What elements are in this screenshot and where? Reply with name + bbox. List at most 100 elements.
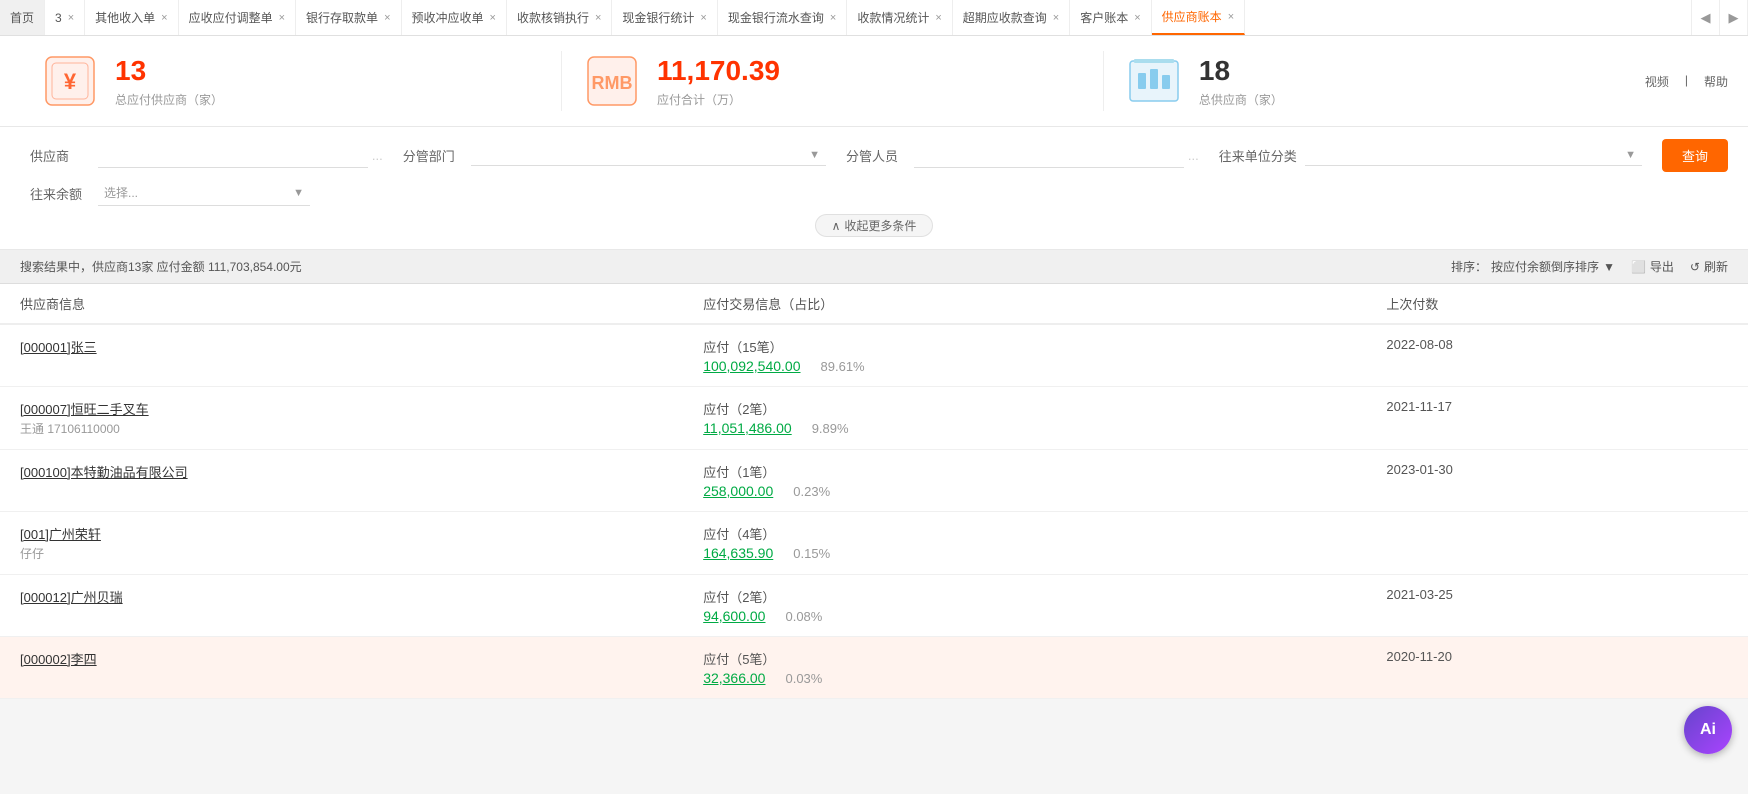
- export-action[interactable]: ⬜ 导出: [1631, 258, 1674, 275]
- nav-receipt-verify-close[interactable]: ×: [595, 12, 601, 24]
- tx-percent-2: 9.89%: [812, 421, 849, 436]
- nav-receipt-verify[interactable]: 收款核销执行 ×: [507, 0, 612, 35]
- nav-ar-ap-adjust-close[interactable]: ×: [279, 12, 285, 24]
- nav-supplier-ledger[interactable]: 供应商账本 ×: [1152, 0, 1245, 35]
- nav-cash-bank-stat-close[interactable]: ×: [700, 12, 706, 24]
- video-link[interactable]: 视频: [1645, 73, 1669, 90]
- result-bar: 搜索结果中，供应商13家 应付金额 111,703,854.00元 排序： 按应…: [0, 250, 1748, 284]
- nav-bank-deposit-close[interactable]: ×: [384, 12, 390, 24]
- nav-overdue-ar[interactable]: 超期应收款查询 ×: [953, 0, 1070, 35]
- supplier-link-2[interactable]: [000007]恒旺二手叉车: [20, 399, 703, 418]
- summary-info-payable-suppliers: 13 总应付供应商（家）: [115, 54, 541, 109]
- summary-info-payable-total: 11,170.39 应付合计（万）: [657, 54, 1083, 109]
- tx-amount-2[interactable]: 11,051,486.00: [703, 420, 792, 436]
- nav-receipt-stat[interactable]: 收款情况统计 ×: [847, 0, 952, 35]
- tx-cell-4: 应付（4笔） 164,635.90 0.15%: [703, 524, 1386, 561]
- payable-suppliers-label: 总应付供应商（家）: [115, 91, 541, 108]
- tx-percent-6: 0.03%: [785, 671, 822, 686]
- balance-select[interactable]: 选择... ▼: [98, 180, 310, 206]
- collapse-arrow-icon: ∧: [832, 219, 841, 233]
- refresh-icon: ↺: [1690, 260, 1700, 274]
- table-row: [000001]张三 应付（15笔） 100,092,540.00 89.61%…: [0, 325, 1748, 387]
- collapse-button[interactable]: ∧ 收起更多条件: [815, 214, 934, 237]
- tx-amount-6[interactable]: 32,366.00: [703, 670, 765, 686]
- nav-customer-ledger[interactable]: 客户账本 ×: [1070, 0, 1151, 35]
- table-header: 供应商信息 应付交易信息（占比） 上次付数: [0, 284, 1748, 325]
- nav-next-arrow[interactable]: ▶: [1720, 0, 1748, 36]
- nav-supplier-ledger-close[interactable]: ×: [1228, 11, 1234, 23]
- tx-row-6: 32,366.00 0.03%: [703, 668, 1386, 686]
- tx-label-4: 应付（4笔）: [703, 524, 1386, 543]
- export-label: 导出: [1650, 258, 1674, 275]
- nav-home[interactable]: 首页: [0, 0, 45, 35]
- balance-dropdown-arrow: ▼: [293, 187, 304, 199]
- supplier-link-4[interactable]: [001]广州荣轩: [20, 524, 703, 543]
- nav-overdue-ar-label: 超期应收款查询: [963, 9, 1047, 26]
- filter-supplier: 供应商 ...: [20, 144, 393, 168]
- nav-cash-bank-stat[interactable]: 现金银行统计 ×: [612, 0, 717, 35]
- query-button[interactable]: 查询: [1662, 139, 1728, 172]
- supplier-link-1[interactable]: [000001]张三: [20, 337, 703, 356]
- tx-cell-5: 应付（2笔） 94,600.00 0.08%: [703, 587, 1386, 624]
- summary-bar: ¥ 13 总应付供应商（家） RMB 11,170.39 应付合计（万）: [0, 36, 1748, 127]
- nav-bank-deposit[interactable]: 银行存取款单 ×: [296, 0, 401, 35]
- supplier-link-6[interactable]: [000002]李四: [20, 649, 703, 668]
- nav-receipt-verify-label: 收款核销执行: [517, 9, 589, 26]
- tx-amount-4[interactable]: 164,635.90: [703, 545, 773, 561]
- summary-card-total-suppliers: 18 总供应商（家）: [1103, 51, 1645, 111]
- supplier-cell-2: [000007]恒旺二手叉车 王通 17106110000: [20, 399, 703, 437]
- refresh-action[interactable]: ↺ 刷新: [1690, 258, 1728, 275]
- nav-cash-bank-flow[interactable]: 现金银行流水查询 ×: [718, 0, 847, 35]
- category-select[interactable]: ▼: [1305, 145, 1642, 166]
- supplier-link-3[interactable]: [000100]本特勤油品有限公司: [20, 462, 703, 481]
- tx-label-1: 应付（15笔）: [703, 337, 1386, 356]
- category-label: 往来单位分类: [1219, 146, 1297, 165]
- refresh-label: 刷新: [1704, 258, 1728, 275]
- nav-other-income-close[interactable]: ×: [161, 12, 167, 24]
- supplier-label: 供应商: [30, 146, 90, 165]
- help-link[interactable]: 帮助: [1704, 73, 1728, 90]
- nav-prepay-ar[interactable]: 预收冲应收单 ×: [402, 0, 507, 35]
- tx-percent-4: 0.15%: [793, 546, 830, 561]
- collapse-bar: ∧ 收起更多条件: [20, 214, 1728, 237]
- supplier-sub-4: 仔仔: [20, 545, 703, 562]
- col-last-pay: 上次付数: [1386, 294, 1728, 313]
- supplier-dots[interactable]: ...: [372, 148, 383, 163]
- filter-dept: 分管部门 ▼: [393, 145, 836, 166]
- tx-amount-1[interactable]: 100,092,540.00: [703, 358, 800, 374]
- person-dots[interactable]: ...: [1188, 148, 1199, 163]
- supplier-link-5[interactable]: [000012]广州贝瑞: [20, 587, 703, 606]
- nav-cash-bank-flow-close[interactable]: ×: [830, 12, 836, 24]
- tx-label-6: 应付（5笔）: [703, 649, 1386, 668]
- tx-row-4: 164,635.90 0.15%: [703, 543, 1386, 561]
- nav-receipt-stat-close[interactable]: ×: [935, 12, 941, 24]
- nav-tab3[interactable]: 3 ×: [45, 0, 85, 35]
- tx-amount-5[interactable]: 94,600.00: [703, 608, 765, 624]
- supplier-input[interactable]: [98, 144, 368, 168]
- filter-row-1: 供应商 ... 分管部门 ▼ 分管人员 ... 往来单位分类 ▼ 查询: [20, 139, 1728, 172]
- top-nav: 首页 3 × 其他收入单 × 应收应付调整单 × 银行存取款单 × 预收冲应收单…: [0, 0, 1748, 36]
- nav-tab3-close[interactable]: ×: [68, 12, 74, 24]
- tx-amount-3[interactable]: 258,000.00: [703, 483, 773, 499]
- supplier-cell-4: [001]广州荣轩 仔仔: [20, 524, 703, 562]
- payable-suppliers-number: 13: [115, 54, 541, 88]
- ai-button[interactable]: Ai: [1684, 706, 1732, 754]
- tx-percent-3: 0.23%: [793, 484, 830, 499]
- dept-dropdown-arrow: ▼: [809, 149, 820, 161]
- nav-customer-ledger-close[interactable]: ×: [1134, 12, 1140, 24]
- nav-other-income[interactable]: 其他收入单 ×: [85, 0, 178, 35]
- sort-select[interactable]: 排序： 按应付余额倒序排序 ▼: [1451, 258, 1615, 275]
- dept-select[interactable]: ▼: [471, 145, 826, 166]
- nav-cash-bank-stat-label: 现金银行统计: [622, 9, 694, 26]
- tx-percent-1: 89.61%: [821, 359, 865, 374]
- nav-prev-arrow[interactable]: ◀: [1692, 0, 1720, 36]
- person-input[interactable]: [914, 144, 1184, 168]
- filter-person: 分管人员 ...: [836, 144, 1209, 168]
- nav-prepay-ar-close[interactable]: ×: [490, 12, 496, 24]
- table-row: [000100]本特勤油品有限公司 应付（1笔） 258,000.00 0.23…: [0, 450, 1748, 512]
- nav-ar-ap-adjust[interactable]: 应收应付调整单 ×: [179, 0, 296, 35]
- collapse-label: 收起更多条件: [844, 217, 916, 234]
- nav-overdue-ar-close[interactable]: ×: [1053, 12, 1059, 24]
- sort-dropdown-arrow: ▼: [1603, 260, 1615, 274]
- nav-customer-ledger-label: 客户账本: [1080, 9, 1128, 26]
